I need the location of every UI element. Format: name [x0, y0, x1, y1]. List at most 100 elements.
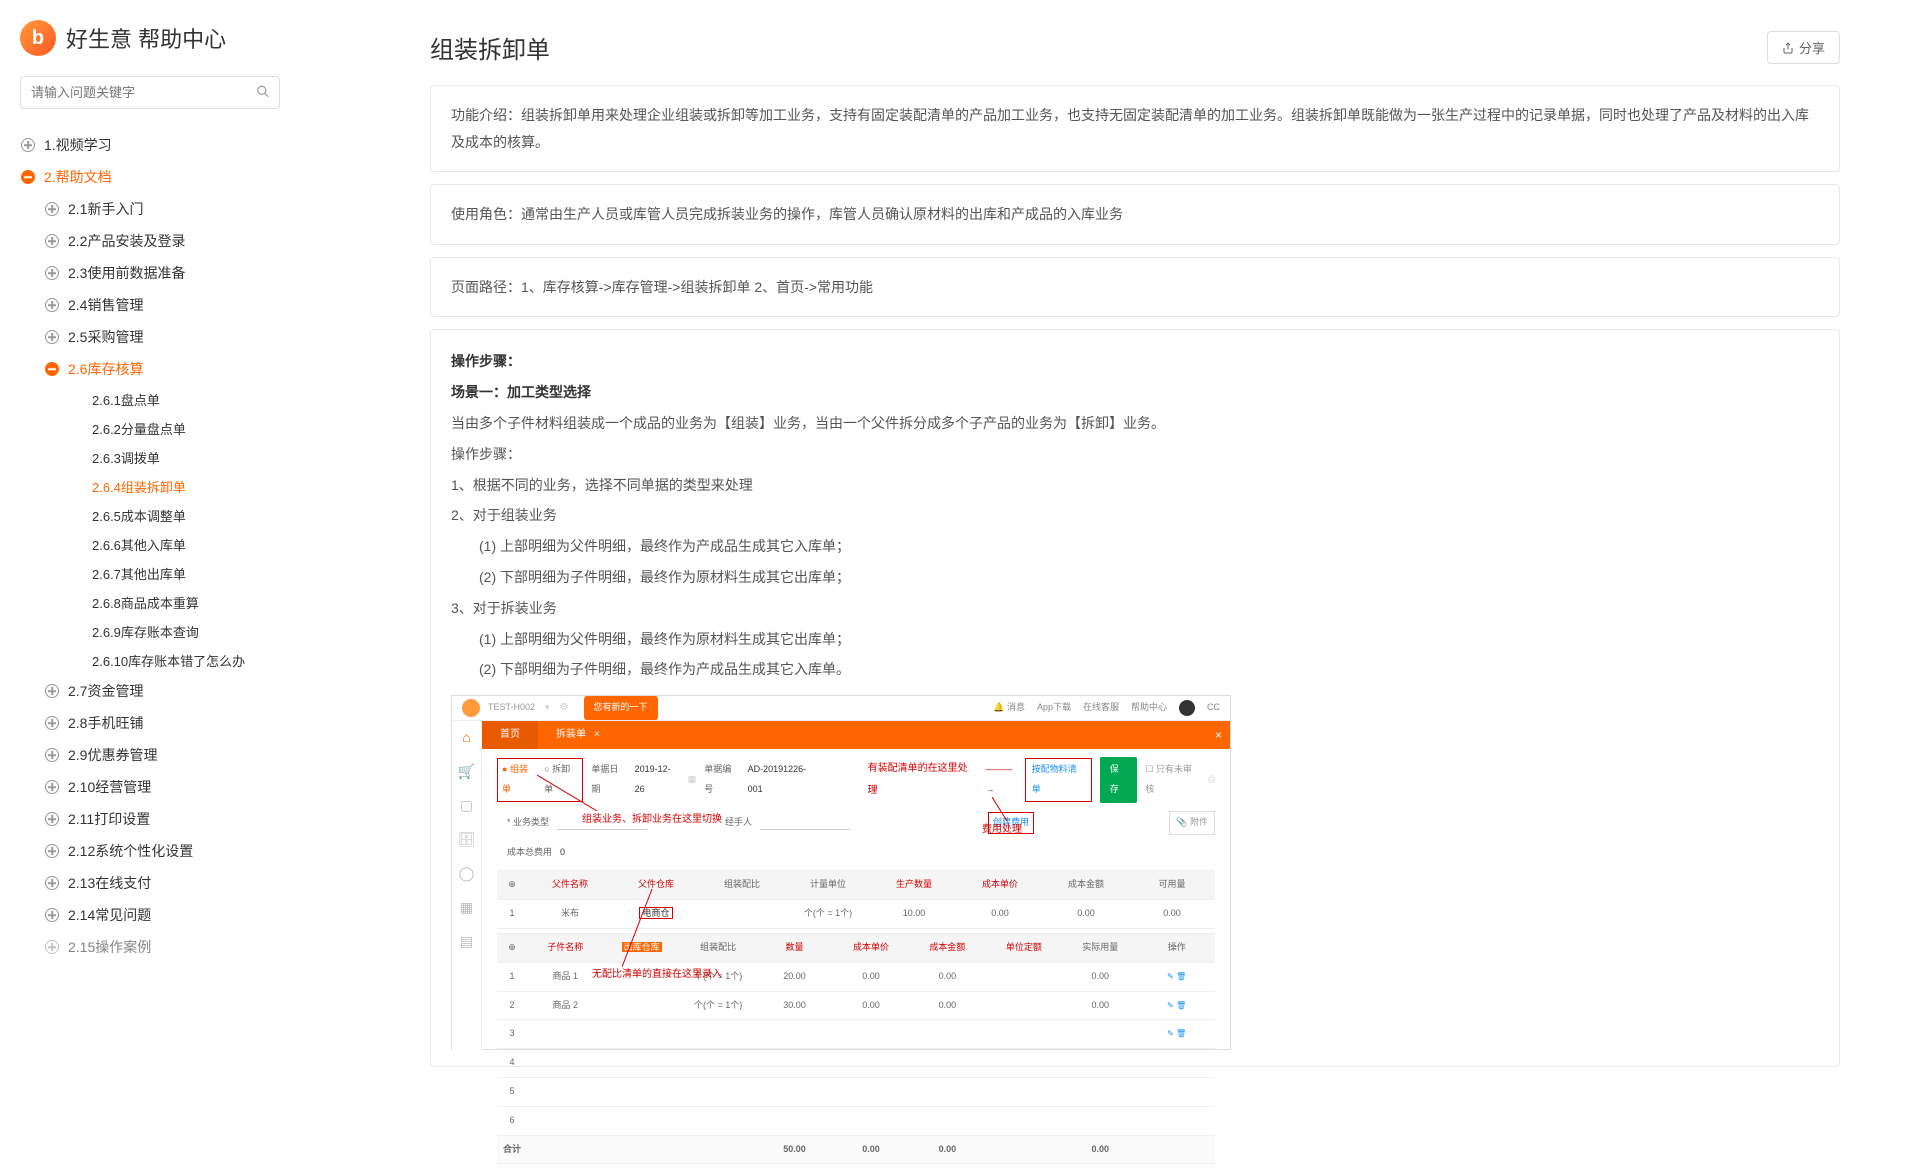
- nav-2-12[interactable]: 2.12系统个性化设置: [44, 835, 280, 867]
- sc-annotation-2: 组装业务、拆卸业务在这里切换: [582, 809, 722, 831]
- sc-child-row-5: 5: [497, 1078, 1215, 1107]
- scene-desc: 当由多个子件材料组装成一个成品的业务为【组装】业务，当由一个父件拆分成多个子产品…: [451, 408, 1819, 439]
- sc-radio-assemble: ● 组装单: [502, 760, 536, 800]
- th-plus: ⊕: [497, 938, 527, 958]
- nav-label: 1.视频学习: [44, 135, 112, 155]
- sc-parent-head: ⊕ 父件名称 父件仓库 组装配比 计量单位 生产数量 成本单价 成本金额 可用量: [497, 870, 1215, 900]
- nav-label: 2.2产品安装及登录: [68, 231, 185, 251]
- search-input[interactable]: [20, 76, 280, 109]
- report-icon: ▦: [459, 899, 475, 915]
- nav-2-9[interactable]: 2.9优惠券管理: [44, 739, 280, 771]
- cell-unitcost: 0.00: [957, 904, 1043, 924]
- search-icon[interactable]: [256, 84, 270, 101]
- sc-left-nav: ⌂ 🛒 ▢ 🗄 ◯ ▦ ▤: [452, 721, 482, 1051]
- th-child-c4: 实际用量: [1062, 938, 1138, 958]
- nav-label: 2.6.5成本调整单: [92, 506, 186, 525]
- th-unitcost: 成本单价: [957, 875, 1043, 895]
- sc-child-row-4: 4: [497, 1049, 1215, 1078]
- plus-icon: [44, 297, 60, 313]
- nav-2-6-9[interactable]: 2.6.9库存账本查询: [92, 617, 280, 646]
- nav-help-docs[interactable]: 2.帮助文档: [20, 161, 280, 193]
- nav-label: 2.6.7其他出库单: [92, 564, 186, 583]
- sc-date-value: 2019-12-26: [635, 760, 680, 800]
- sc-tabs: 首页 拆装单 × ×: [482, 721, 1230, 749]
- arrow-icon: [537, 775, 617, 811]
- plus-icon: [44, 779, 60, 795]
- nav-label: 2.7资金管理: [68, 681, 143, 701]
- scene-title: 场景一：加工类型选择: [451, 377, 1819, 408]
- sc-handler-label: 经手人: [725, 813, 752, 833]
- th-child-qty: 数量: [756, 938, 832, 958]
- nav-2-10[interactable]: 2.10经营管理: [44, 771, 280, 803]
- share-label: 分享: [1799, 38, 1825, 57]
- sc-row-3: 成本总费用 0: [497, 843, 1215, 863]
- sc-annotation-1: 有装配清单的在这里处理: [868, 758, 976, 802]
- sc-body: ⌂ 🛒 ▢ 🗄 ◯ ▦ ▤ 首页 拆装单 × ×: [452, 721, 1230, 1051]
- nav-2-6-1[interactable]: 2.6.1盘点单: [92, 385, 280, 414]
- steps-block: 操作步骤： 场景一：加工类型选择 当由多个子件材料组装成一个成品的业务为【组装】…: [430, 329, 1840, 1067]
- nav-2-3[interactable]: 2.3使用前数据准备: [44, 257, 280, 289]
- nav-label: 2.14常见问题: [68, 905, 151, 925]
- nav-2-15[interactable]: 2.15操作案例: [44, 931, 280, 963]
- nav-2-7[interactable]: 2.7资金管理: [44, 675, 280, 707]
- nav-2-1[interactable]: 2.1新手入门: [44, 193, 280, 225]
- nav-label: 2.1新手入门: [68, 199, 143, 219]
- nav-label: 2.8手机旺铺: [68, 713, 143, 733]
- cell: 商品 2: [527, 996, 603, 1016]
- nav-2-6[interactable]: 2.6库存核算: [44, 353, 280, 385]
- th-qty: 生产数量: [871, 875, 957, 895]
- cell-qty: 10.00: [871, 904, 957, 924]
- cart-icon: 🛒: [459, 763, 475, 779]
- cell: 0.00: [833, 996, 909, 1016]
- cell-name: 米布: [527, 904, 613, 924]
- nav-2-13[interactable]: 2.13在线支付: [44, 867, 280, 899]
- nav-label: 2.6.8商品成本重算: [92, 593, 199, 612]
- nav-2-6-7[interactable]: 2.6.7其他出库单: [92, 559, 280, 588]
- plus-icon: [44, 683, 60, 699]
- cell-unit: 个(个 = 1个): [785, 904, 871, 924]
- nav-2-5[interactable]: 2.5采购管理: [44, 321, 280, 353]
- th-child: 子件名称: [527, 938, 603, 958]
- nav-label: 2.12系统个性化设置: [68, 841, 193, 861]
- sc-notice-btn: 您有新的一下: [584, 696, 658, 720]
- step-3-1: (1) 上部明细为父件明细，最终作为原材料生成其它出库单；: [451, 624, 1819, 655]
- main-content: 组装拆卸单 分享 功能介绍：组装拆卸单用来处理企业组装或拆卸等加工业务，支持有固…: [300, 0, 1920, 1097]
- sc-child-row-2: 2商品 2个(个 = 1个)30.000.000.000.00✎ 🗑: [497, 992, 1215, 1021]
- nav-label: 2.13在线支付: [68, 873, 151, 893]
- inventory-icon: 🗄: [459, 831, 475, 847]
- nav-2-11[interactable]: 2.11打印设置: [44, 803, 280, 835]
- cell-avail: 0.00: [1129, 904, 1215, 924]
- nav-2-8[interactable]: 2.8手机旺铺: [44, 707, 280, 739]
- nav-2-6-5[interactable]: 2.6.5成本调整单: [92, 501, 280, 530]
- nav-video-learning[interactable]: 1.视频学习: [20, 129, 280, 161]
- brand-row: b 好生意 帮助中心: [20, 20, 280, 56]
- step-2: 2、对于组装业务: [451, 500, 1819, 531]
- step-2-1: (1) 上部明细为父件明细，最终作为产成品生成其它入库单；: [451, 531, 1819, 562]
- chevron-down-icon: ▾: [545, 698, 550, 718]
- sc-doc-label: 单据编号: [704, 760, 739, 800]
- sc-totalcost-value: 0: [560, 843, 565, 863]
- plus-icon: [44, 747, 60, 763]
- th-child-ratio: 组装配比: [680, 938, 756, 958]
- brand-text: 好生意 帮助中心: [66, 22, 226, 54]
- nav-2-6-8[interactable]: 2.6.8商品成本重算: [92, 588, 280, 617]
- nav-2-6-10[interactable]: 2.6.10库存账本错了怎么办: [92, 646, 280, 675]
- cell: 0.00: [1062, 996, 1138, 1016]
- nav-2-2[interactable]: 2.2产品安装及登录: [44, 225, 280, 257]
- cell: 30.00: [756, 996, 832, 1016]
- cell: 0.00: [833, 1140, 909, 1160]
- sc-totalcost-label: 成本总费用: [507, 843, 552, 863]
- nav-2-6-6[interactable]: 2.6.6其他入库单: [92, 530, 280, 559]
- nav-2-6-3[interactable]: 2.6.3调拨单: [92, 443, 280, 472]
- nav-label: 2.6.9库存账本查询: [92, 622, 199, 641]
- plus-icon: [44, 811, 60, 827]
- sub-nav: 2.1新手入门 2.2产品安装及登录 2.3使用前数据准备 2.4销售管理 2.…: [20, 193, 280, 963]
- share-button[interactable]: 分享: [1767, 31, 1840, 64]
- nav-2-14[interactable]: 2.14常见问题: [44, 899, 280, 931]
- sc-child-row-6: 6: [497, 1107, 1215, 1136]
- sc-form: ● 组装单 ○ 拆卸单 单据日期 2019-12-26 ▦ 单据编号 AD-20…: [482, 749, 1230, 1172]
- nav-2-6-4[interactable]: 2.6.4组装拆卸单: [92, 472, 280, 501]
- nav-2-4[interactable]: 2.4销售管理: [44, 289, 280, 321]
- nav-2-6-2[interactable]: 2.6.2分量盘点单: [92, 414, 280, 443]
- th-unit: 计量单位: [785, 875, 871, 895]
